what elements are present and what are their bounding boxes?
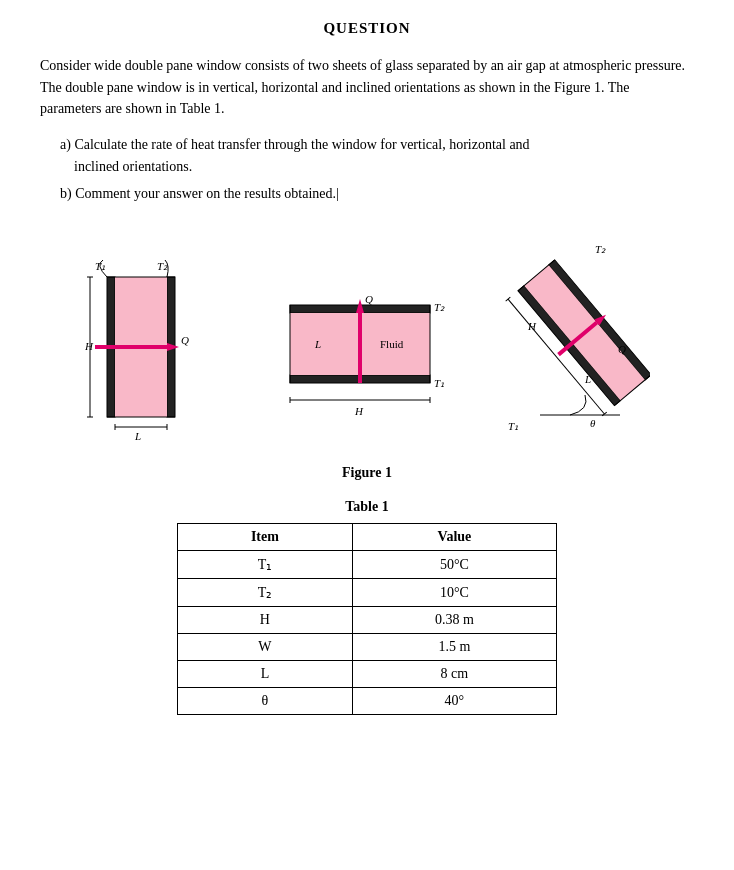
- table-cell: T₁: [178, 551, 353, 579]
- table-caption: Table 1: [40, 499, 694, 515]
- svg-text:L: L: [584, 373, 591, 385]
- table-cell: T₂: [178, 579, 353, 607]
- label-b: b): [60, 186, 75, 201]
- figure-vertical: T₁ T₂ Q H L: [85, 255, 230, 455]
- figure-inclined: T₂ T₁ Q H L θ: [490, 235, 650, 455]
- sub-question-b: b) Comment your answer on the results ob…: [60, 183, 694, 205]
- text-b: Comment your answer on the results obtai…: [75, 186, 339, 201]
- table-cell: 1.5 m: [352, 634, 556, 661]
- svg-text:θ: θ: [590, 417, 596, 429]
- table-cell: 50°C: [352, 551, 556, 579]
- sub-question-a: a) Calculate the rate of heat transfer t…: [60, 134, 694, 177]
- question-text: Consider wide double pane window consist…: [40, 55, 694, 120]
- table-cell: L: [178, 661, 353, 688]
- figure-caption: Figure 1: [40, 465, 694, 481]
- col-header-item: Item: [178, 524, 353, 551]
- text-a: Calculate the rate of heat transfer thro…: [60, 137, 530, 174]
- page-title: QUESTION: [40, 20, 694, 37]
- svg-text:H: H: [527, 320, 537, 332]
- svg-text:T₂: T₂: [434, 301, 445, 313]
- svg-text:T₁: T₁: [508, 420, 518, 432]
- table-row: H0.38 m: [178, 607, 557, 634]
- figures-container: T₁ T₂ Q H L: [40, 235, 694, 455]
- intro-paragraph: Consider wide double pane window consist…: [40, 55, 694, 120]
- table-row: L8 cm: [178, 661, 557, 688]
- svg-text:H: H: [354, 405, 364, 417]
- table-row: T₂10°C: [178, 579, 557, 607]
- col-header-value: Value: [352, 524, 556, 551]
- table-cell: 40°: [352, 688, 556, 715]
- table-cell: 8 cm: [352, 661, 556, 688]
- svg-text:Fluid: Fluid: [380, 338, 404, 350]
- svg-text:L: L: [314, 338, 321, 350]
- label-a: a): [60, 137, 74, 152]
- svg-text:Q: Q: [365, 293, 373, 305]
- figure-horizontal: Q T₂ T₁ L H Fluid: [260, 275, 460, 455]
- table-cell: H: [178, 607, 353, 634]
- table-cell: θ: [178, 688, 353, 715]
- table-row: W1.5 m: [178, 634, 557, 661]
- table-cell: 0.38 m: [352, 607, 556, 634]
- svg-text:T₁: T₁: [434, 377, 444, 389]
- table-row: T₁50°C: [178, 551, 557, 579]
- svg-text:T₂: T₂: [595, 243, 606, 255]
- svg-text:Q: Q: [181, 334, 189, 346]
- parameters-table: Item Value T₁50°CT₂10°CH0.38 mW1.5 mL8 c…: [177, 523, 557, 715]
- table-cell: W: [178, 634, 353, 661]
- svg-text:L: L: [134, 430, 141, 442]
- svg-text:H: H: [85, 340, 94, 352]
- svg-text:Q: Q: [618, 343, 626, 355]
- table-cell: 10°C: [352, 579, 556, 607]
- table-row: θ40°: [178, 688, 557, 715]
